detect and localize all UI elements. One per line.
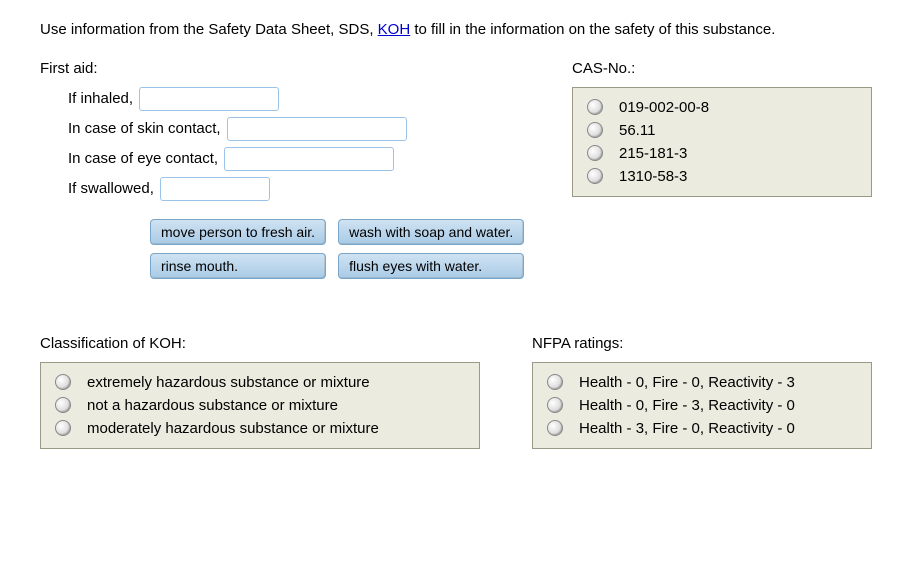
cas-option-label: 019-002-00-8 [619, 99, 709, 116]
radio-icon [55, 420, 71, 436]
dropzone-skin[interactable] [227, 117, 407, 141]
drag-chip-soap-water[interactable]: wash with soap and water. [338, 219, 524, 245]
nfpa-option-label: Health - 3, Fire - 0, Reactivity - 0 [579, 420, 795, 437]
nfpa-option-label: Health - 0, Fire - 0, Reactivity - 3 [579, 374, 795, 391]
koh-link[interactable]: KOH [378, 21, 411, 38]
drag-chip-flush-eyes[interactable]: flush eyes with water. [338, 253, 524, 279]
radio-icon [587, 168, 603, 184]
radio-icon [587, 99, 603, 115]
cas-option-0[interactable]: 019-002-00-8 [587, 96, 857, 119]
classification-option-2[interactable]: moderately hazardous substance or mixtur… [55, 417, 465, 440]
first-aid-swallowed-label: If swallowed, [68, 180, 154, 197]
cas-option-label: 215-181-3 [619, 145, 687, 162]
radio-icon [547, 374, 563, 390]
cas-option-label: 1310-58-3 [619, 168, 687, 185]
first-aid-heading: First aid: [40, 60, 572, 77]
instructions-suffix: to fill in the information on the safety… [410, 21, 775, 38]
nfpa-option-box: Health - 0, Fire - 0, Reactivity - 3 Hea… [532, 362, 872, 449]
classification-option-label: moderately hazardous substance or mixtur… [87, 420, 379, 437]
classification-option-box: extremely hazardous substance or mixture… [40, 362, 480, 449]
first-aid-skin-label: In case of skin contact, [68, 120, 221, 137]
nfpa-option-label: Health - 0, Fire - 3, Reactivity - 0 [579, 397, 795, 414]
dropzone-eye[interactable] [224, 147, 394, 171]
cas-option-label: 56.11 [619, 122, 655, 139]
radio-icon [547, 397, 563, 413]
classification-option-label: extremely hazardous substance or mixture [87, 374, 370, 391]
first-aid-eye-label: In case of eye contact, [68, 150, 218, 167]
cas-option-1[interactable]: 56.11 [587, 119, 857, 142]
radio-icon [55, 397, 71, 413]
classification-option-1[interactable]: not a hazardous substance or mixture [55, 394, 465, 417]
drag-chip-rinse-mouth[interactable]: rinse mouth. [150, 253, 326, 279]
radio-icon [55, 374, 71, 390]
instructions-prefix: Use information from the Safety Data She… [40, 21, 378, 38]
cas-option-2[interactable]: 215-181-3 [587, 142, 857, 165]
classification-heading: Classification of KOH: [40, 335, 480, 352]
dropzone-inhaled[interactable] [139, 87, 279, 111]
nfpa-option-0[interactable]: Health - 0, Fire - 0, Reactivity - 3 [547, 371, 857, 394]
radio-icon [547, 420, 563, 436]
radio-icon [587, 122, 603, 138]
dropzone-swallowed[interactable] [160, 177, 270, 201]
nfpa-heading: NFPA ratings: [532, 335, 872, 352]
classification-option-0[interactable]: extremely hazardous substance or mixture [55, 371, 465, 394]
radio-icon [587, 145, 603, 161]
first-aid-inhaled-label: If inhaled, [68, 90, 133, 107]
nfpa-option-1[interactable]: Health - 0, Fire - 3, Reactivity - 0 [547, 394, 857, 417]
cas-option-3[interactable]: 1310-58-3 [587, 165, 857, 188]
classification-option-label: not a hazardous substance or mixture [87, 397, 338, 414]
instructions: Use information from the Safety Data She… [40, 20, 872, 40]
drag-chip-fresh-air[interactable]: move person to fresh air. [150, 219, 326, 245]
cas-option-box: 019-002-00-8 56.11 215-181-3 1310-58-3 [572, 87, 872, 197]
nfpa-option-2[interactable]: Health - 3, Fire - 0, Reactivity - 0 [547, 417, 857, 440]
cas-heading: CAS-No.: [572, 60, 872, 77]
